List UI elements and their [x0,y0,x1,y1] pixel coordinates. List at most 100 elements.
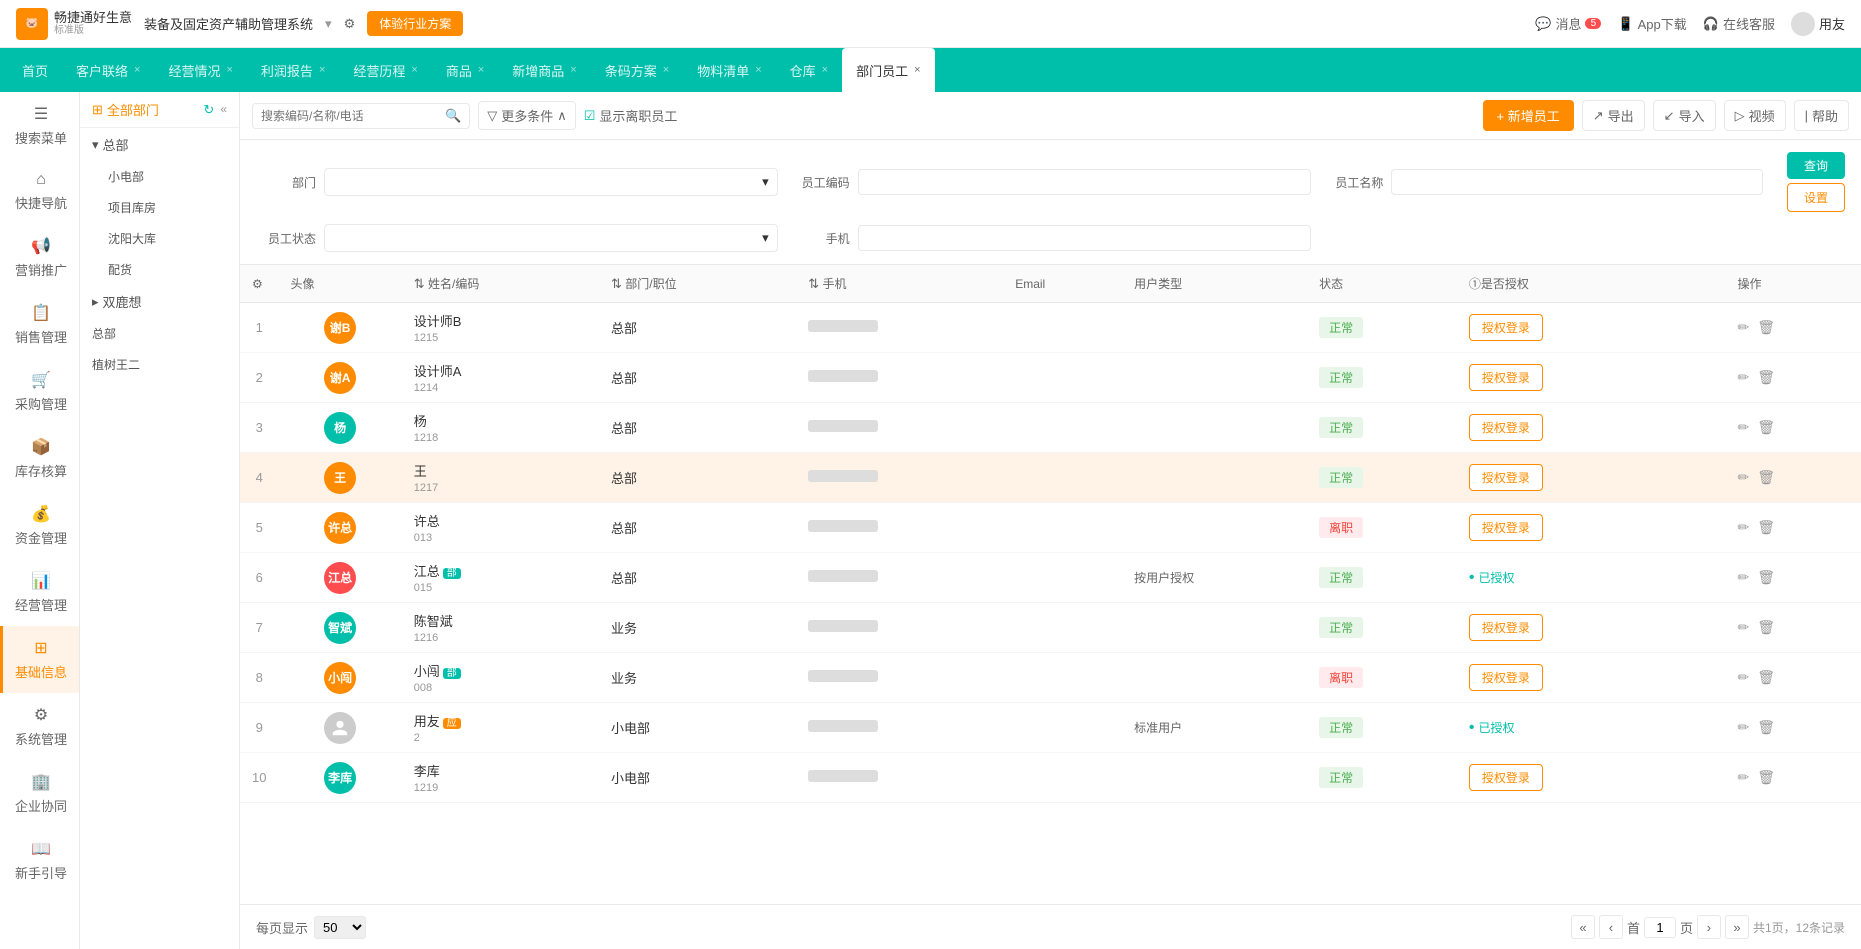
search-input[interactable] [261,109,441,123]
leftnav-enterprise[interactable]: 🏢 企业协同 [0,760,79,827]
tab-material[interactable]: 物料清单 × [683,48,775,92]
leftnav-guide[interactable]: 📖 新手引导 [0,827,79,894]
leftnav-purchase[interactable]: 🛒 采购管理 [0,358,79,425]
col-settings[interactable]: ⚙ [240,265,278,303]
close-icon[interactable]: × [134,64,140,76]
query-button[interactable]: 查询 [1787,152,1845,179]
col-dept-position[interactable]: ⇅ 部门/职位 [599,265,796,303]
edit-icon[interactable]: ✏ [1738,769,1750,786]
leftnav-finance[interactable]: 💰 资金管理 [0,492,79,559]
emp-name-input[interactable] [1391,169,1763,195]
delete-icon[interactable]: 🗑 [1757,619,1775,636]
dept-item-zhishu[interactable]: 植树王二 [80,349,239,380]
tab-history[interactable]: 经营历程 × [339,48,431,92]
authorize-login-button[interactable]: 授权登录 [1469,514,1543,541]
leftnav-operations[interactable]: 📊 经营管理 [0,559,79,626]
close-icon-active[interactable]: × [914,64,920,76]
close-icon[interactable]: × [319,64,325,76]
user-area[interactable]: 用友 [1791,12,1845,36]
delete-icon[interactable]: 🗑 [1757,569,1775,586]
tab-customer[interactable]: 客户联络 × [62,48,154,92]
edit-icon[interactable]: ✏ [1738,319,1750,336]
dept-item-distribution[interactable]: 配货 [96,254,239,285]
delete-icon[interactable]: 🗑 [1757,369,1775,386]
all-departments-label[interactable]: ⊞ 全部部门 [92,100,159,119]
search-icon[interactable]: 🔍 [445,108,461,124]
leftnav-basic-info[interactable]: ⊞ 基础信息 [0,626,79,693]
emp-code-input[interactable] [858,169,1312,195]
col-phone[interactable]: ⇅ 手机 [796,265,1003,303]
collapse-panel-icon[interactable]: « [220,102,227,118]
help-button[interactable]: | 帮助 [1794,100,1849,131]
system-title-dropdown[interactable]: ▾ [325,16,332,32]
authorize-login-button[interactable]: 授权登录 [1469,364,1543,391]
leftnav-marketing[interactable]: 📢 营销推广 [0,224,79,291]
leftnav-quicknav[interactable]: ⌂ 快捷导航 [0,159,79,224]
authorize-login-button[interactable]: 授权登录 [1469,764,1543,791]
dept-item-xiaodian[interactable]: 小电部 [96,161,239,192]
close-icon[interactable]: × [663,64,669,76]
tab-warehouse[interactable]: 仓库 × [776,48,842,92]
prev-page-button[interactable]: ‹ [1599,915,1623,939]
phone-input[interactable] [858,225,1312,251]
authorize-login-button[interactable]: 授权登录 [1469,414,1543,441]
leftnav-inventory[interactable]: 📦 库存核算 [0,425,79,492]
app-download-button[interactable]: 📱 App下载 [1617,14,1686,33]
edit-icon[interactable]: ✏ [1738,719,1750,736]
tab-goods[interactable]: 商品 × [432,48,498,92]
emp-status-select[interactable]: ▾ [324,224,778,252]
tab-department-staff[interactable]: 部门员工 × [842,48,934,92]
delete-icon[interactable]: 🗑 [1757,419,1775,436]
close-icon[interactable]: × [822,64,828,76]
dept-item-project[interactable]: 项目库房 [96,192,239,223]
first-page-button[interactable]: « [1571,915,1595,939]
delete-icon[interactable]: 🗑 [1757,519,1775,536]
leftnav-sales[interactable]: 📋 销售管理 [0,291,79,358]
settings-gear-icon[interactable]: ⚙ [344,16,356,32]
close-icon[interactable]: × [570,64,576,76]
add-employee-button[interactable]: + 新增员工 [1483,100,1574,131]
online-service-button[interactable]: 🎧 在线客服 [1703,14,1775,33]
close-icon[interactable]: × [478,64,484,76]
delete-icon[interactable]: 🗑 [1757,469,1775,486]
dept-item-zongbu[interactable]: 总部 [80,318,239,349]
per-page-select[interactable]: 50 100 [314,916,366,939]
more-filter-button[interactable]: ▽ 更多条件 ∧ [478,101,576,130]
tab-barcode[interactable]: 条码方案 × [591,48,683,92]
tab-home[interactable]: 首页 [8,48,62,92]
authorize-login-button[interactable]: 授权登录 [1469,614,1543,641]
set-button[interactable]: 设置 [1787,183,1845,212]
close-icon[interactable]: × [755,64,761,76]
dept-select[interactable]: ▾ [324,168,778,196]
dept-item-shuangluxiang[interactable]: ▸ 双鹿想 [80,285,239,318]
last-page-button[interactable]: » [1725,915,1749,939]
close-icon[interactable]: × [411,64,417,76]
authorize-login-button[interactable]: 授权登录 [1469,314,1543,341]
edit-icon[interactable]: ✏ [1738,369,1750,386]
import-button[interactable]: ↙ 导入 [1653,100,1716,131]
authorize-login-button[interactable]: 授权登录 [1469,464,1543,491]
edit-icon[interactable]: ✏ [1738,419,1750,436]
page-number-input[interactable] [1644,917,1676,938]
video-button[interactable]: ▷ 视频 [1724,100,1786,131]
leftnav-search[interactable]: ☰ 搜索菜单 [0,92,79,159]
delete-icon[interactable]: 🗑 [1757,769,1775,786]
edit-icon[interactable]: ✏ [1738,469,1750,486]
edit-icon[interactable]: ✏ [1738,519,1750,536]
delete-icon[interactable]: 🗑 [1757,669,1775,686]
refresh-dept-icon[interactable]: ↻ [203,102,214,118]
delete-icon[interactable]: 🗑 [1757,719,1775,736]
close-icon[interactable]: × [226,64,232,76]
show-former-checkbox[interactable]: ☑ 显示离职员工 [584,106,678,125]
message-button[interactable]: 💬 消息 5 [1535,14,1601,33]
edit-icon[interactable]: ✏ [1738,619,1750,636]
tab-add-goods[interactable]: 新增商品 × [498,48,590,92]
dept-item-shenyang[interactable]: 沈阳大库 [96,223,239,254]
delete-icon[interactable]: 🗑 [1757,319,1775,336]
leftnav-system[interactable]: ⚙ 系统管理 [0,693,79,760]
dept-tree-general[interactable]: ▾ 总部 [80,128,239,161]
next-page-button[interactable]: › [1697,915,1721,939]
tab-operations[interactable]: 经营情况 × [154,48,246,92]
tab-profit[interactable]: 利润报告 × [247,48,339,92]
authorize-login-button[interactable]: 授权登录 [1469,664,1543,691]
